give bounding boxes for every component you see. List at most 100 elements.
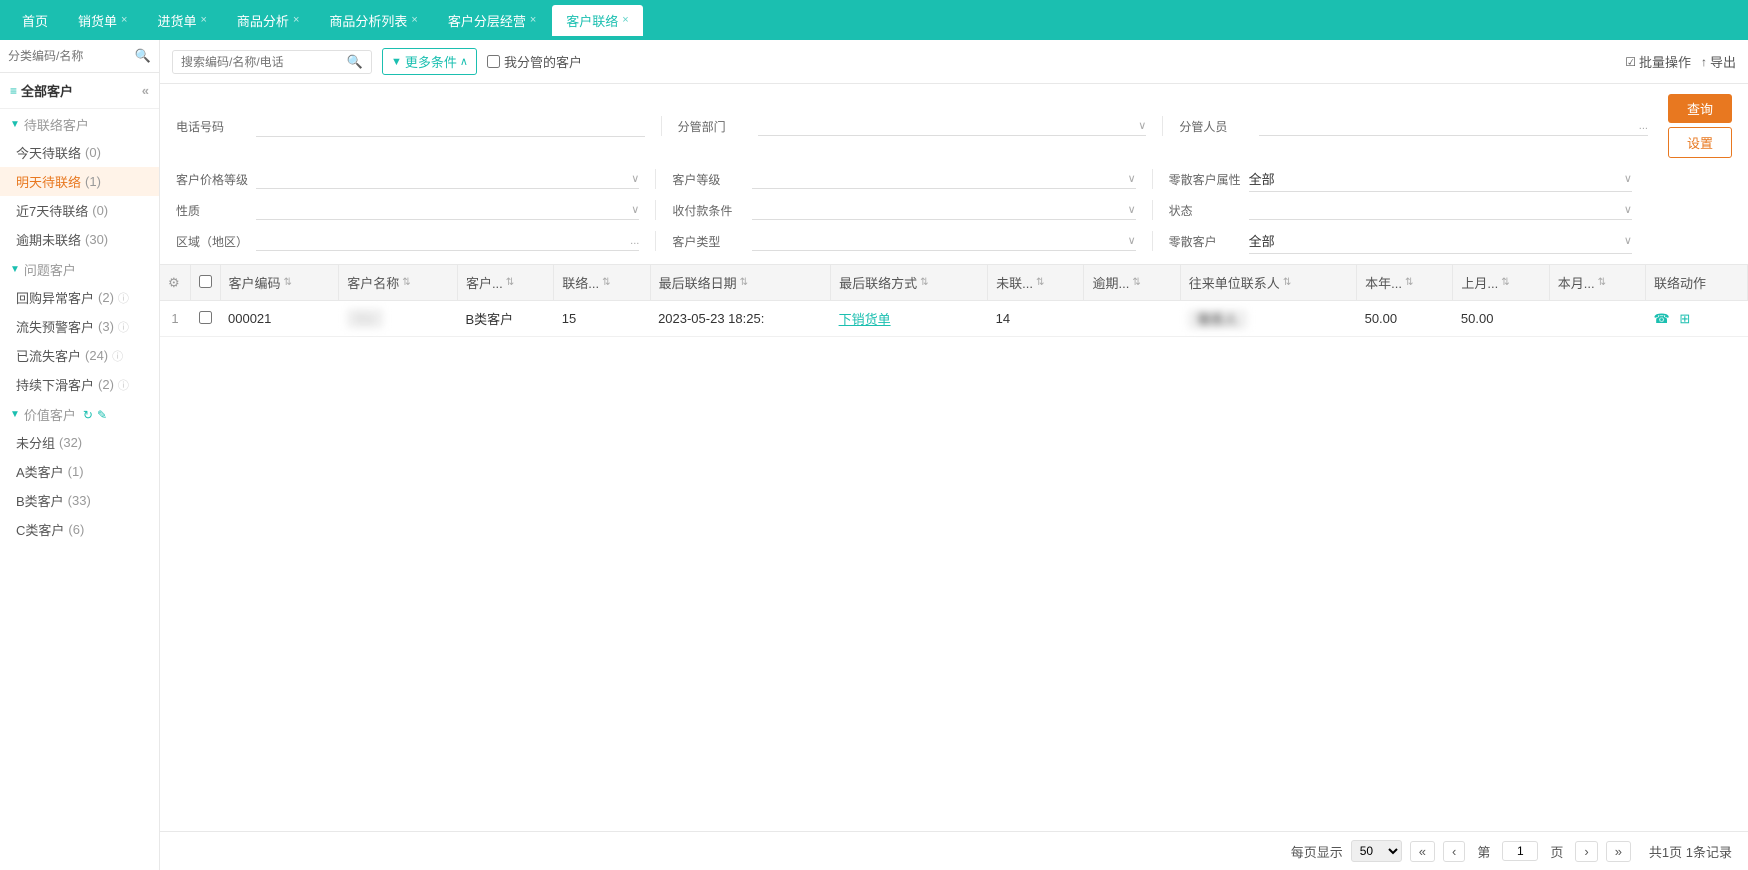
declining-info-icon: ⓘ bbox=[118, 377, 129, 393]
col-contact-person-sort[interactable]: ⇅ bbox=[1283, 277, 1291, 288]
filter-dept-select[interactable]: ∨ bbox=[758, 116, 1147, 136]
col-name-sort[interactable]: ⇅ bbox=[402, 277, 410, 288]
nav-product-list[interactable]: 商品分析列表 × bbox=[315, 5, 431, 36]
sidebar-item-overdue[interactable]: 逾期未联络 (30) bbox=[0, 225, 159, 254]
nav-product-analysis-close[interactable]: × bbox=[293, 14, 299, 26]
col-type-sort[interactable]: ⇅ bbox=[506, 277, 514, 288]
filter-phone-input[interactable] bbox=[256, 116, 645, 137]
filter-region-select[interactable]: ... bbox=[256, 232, 639, 251]
sidebar-item-a-class[interactable]: A类客户 (1) bbox=[0, 457, 159, 486]
page-number-input[interactable] bbox=[1502, 841, 1538, 861]
filter-customer-level-label: 客户等级 bbox=[672, 171, 752, 188]
filter-cell-payment: 收付款条件 ∨ bbox=[672, 200, 1135, 220]
settings-button[interactable]: 设置 bbox=[1668, 127, 1732, 158]
filter-customer-level-select[interactable]: ∨ bbox=[752, 169, 1135, 189]
col-this-month-sort[interactable]: ⇅ bbox=[1598, 277, 1606, 288]
row-phone-action-icon[interactable]: ☎ bbox=[1654, 311, 1670, 326]
sidebar-collapse-icon[interactable]: « bbox=[142, 83, 149, 98]
filter-scatter-customer-select[interactable]: 全部 ∨ bbox=[1249, 228, 1632, 254]
prev-page-btn[interactable]: ‹ bbox=[1443, 841, 1465, 862]
sidebar-item-7days[interactable]: 近7天待联络 (0) bbox=[0, 196, 159, 225]
nav-sales-close[interactable]: × bbox=[121, 14, 127, 26]
nav-purchase-close[interactable]: × bbox=[200, 14, 206, 26]
sidebar-item-tomorrow[interactable]: 明天待联络 (1) bbox=[0, 167, 159, 196]
nav-product-analysis[interactable]: 商品分析 × bbox=[223, 5, 313, 36]
col-no-contact-sort[interactable]: ⇅ bbox=[1036, 277, 1044, 288]
today-count: (0) bbox=[85, 145, 101, 160]
sidebar: 🔍 ≡ 全部客户 « ▼ 待联络客户 今天待联络 (0) 明天待联络 (1) 近… bbox=[0, 40, 160, 870]
page-size-select[interactable]: 50 20 100 bbox=[1351, 840, 1402, 862]
filter-customer-level-chevron: ∨ bbox=[1128, 172, 1136, 185]
sidebar-search-input[interactable] bbox=[8, 49, 135, 63]
filter-manager-ellipsis: ... bbox=[1639, 120, 1648, 132]
sidebar-all-customers[interactable]: ≡ 全部客户 « bbox=[0, 73, 159, 109]
filter-price-level-select[interactable]: ∨ bbox=[256, 169, 639, 189]
value-edit-icon[interactable]: ✎ bbox=[97, 408, 107, 422]
nav-sales[interactable]: 销货单 × bbox=[64, 5, 141, 36]
last-page-btn[interactable]: » bbox=[1606, 841, 1631, 862]
row-last-contact-date-cell: 2023-05-23 18:25: bbox=[650, 301, 831, 337]
first-page-btn[interactable]: « bbox=[1410, 841, 1435, 862]
table-gear-icon[interactable]: ⚙ bbox=[168, 275, 180, 290]
nav-purchase[interactable]: 进货单 × bbox=[143, 5, 220, 36]
col-code-sort[interactable]: ⇅ bbox=[284, 277, 292, 288]
value-refresh-icon[interactable]: ↻ bbox=[83, 408, 93, 422]
sidebar-search-icon[interactable]: 🔍 bbox=[135, 48, 151, 64]
filter-payment-select[interactable]: ∨ bbox=[752, 200, 1135, 220]
nav-home-label: 首页 bbox=[22, 11, 48, 30]
sidebar-item-declining[interactable]: 持续下滑客户 (2) ⓘ bbox=[0, 370, 159, 399]
col-overdue: 逾期... ⇅ bbox=[1084, 265, 1180, 301]
next-page-btn[interactable]: › bbox=[1575, 841, 1597, 862]
col-last-month-sort[interactable]: ⇅ bbox=[1501, 277, 1509, 288]
sidebar-item-ungrouped[interactable]: 未分组 (32) bbox=[0, 428, 159, 457]
row-last-contact-method[interactable]: 下销货单 bbox=[839, 312, 891, 327]
batch-operation-btn[interactable]: ☑ 批量操作 bbox=[1625, 52, 1691, 71]
nav-home[interactable]: 首页 bbox=[8, 5, 62, 36]
sidebar-item-c-class[interactable]: C类客户 (6) bbox=[0, 515, 159, 544]
filter-customer-type-select[interactable]: ∨ bbox=[752, 231, 1135, 251]
nav-customer-layer-close[interactable]: × bbox=[530, 14, 536, 26]
sidebar-item-churned[interactable]: 已流失客户 (24) ⓘ bbox=[0, 341, 159, 370]
export-btn[interactable]: ↑ 导出 bbox=[1701, 52, 1736, 71]
filter-nature-select[interactable]: ∨ bbox=[256, 200, 639, 220]
sidebar-item-churn-warning[interactable]: 流失预警客户 (3) ⓘ bbox=[0, 312, 159, 341]
row-checkbox[interactable] bbox=[199, 311, 212, 324]
nav-customer-contact[interactable]: 客户联络 × bbox=[552, 5, 642, 36]
nav-customer-contact-close[interactable]: × bbox=[622, 14, 628, 26]
search-input[interactable] bbox=[181, 55, 341, 69]
col-contact-count-sort[interactable]: ⇅ bbox=[602, 277, 610, 288]
filter-scatter-attr-select[interactable]: 全部 ∨ bbox=[1249, 166, 1632, 192]
col-last-contact-method-label: 最后联络方式 bbox=[839, 273, 917, 292]
select-all-checkbox[interactable] bbox=[199, 275, 212, 288]
col-this-year-sort[interactable]: ⇅ bbox=[1405, 277, 1413, 288]
churned-label: 已流失客户 bbox=[16, 346, 81, 365]
b-class-label: B类客户 bbox=[16, 491, 64, 510]
col-type-label: 客户... bbox=[466, 273, 503, 292]
col-last-contact-method-sort[interactable]: ⇅ bbox=[920, 277, 928, 288]
row-last-month-cell: 50.00 bbox=[1453, 301, 1549, 337]
filter-status-chevron: ∨ bbox=[1624, 203, 1632, 216]
col-overdue-sort[interactable]: ⇅ bbox=[1132, 277, 1140, 288]
row-name-cell: Ea bbox=[339, 301, 458, 337]
row-grid-action-icon[interactable]: ⊞ bbox=[1679, 311, 1690, 326]
sidebar-section-value: ▼ 价值客户 ↻ ✎ bbox=[0, 399, 159, 428]
filter-status-select[interactable]: ∨ bbox=[1249, 200, 1632, 220]
filter-scatter-customer-value: 全部 bbox=[1249, 231, 1275, 250]
top-navigation: 首页 销货单 × 进货单 × 商品分析 × 商品分析列表 × 客户分层经营 × … bbox=[0, 0, 1748, 40]
search-submit-icon[interactable]: 🔍 bbox=[347, 54, 363, 70]
sidebar-item-abnormal[interactable]: 回购异常客户 (2) ⓘ bbox=[0, 283, 159, 312]
sidebar-item-today[interactable]: 今天待联络 (0) bbox=[0, 138, 159, 167]
more-conditions-btn[interactable]: ▼ 更多条件 ∧ bbox=[382, 48, 477, 75]
nav-product-list-close[interactable]: × bbox=[411, 14, 417, 26]
nav-product-analysis-label: 商品分析 bbox=[237, 11, 289, 30]
nav-customer-layer[interactable]: 客户分层经营 × bbox=[434, 5, 550, 36]
filter-manager-label: 分管人员 bbox=[1179, 118, 1259, 135]
query-button[interactable]: 查询 bbox=[1668, 94, 1732, 123]
row-name[interactable]: Ea bbox=[347, 309, 383, 328]
col-last-contact-date-sort[interactable]: ⇅ bbox=[740, 277, 748, 288]
my-customers-check[interactable] bbox=[487, 55, 500, 68]
sidebar-item-b-class[interactable]: B类客户 (33) bbox=[0, 486, 159, 515]
page-of-label: 页 bbox=[1550, 842, 1563, 861]
filter-manager-select[interactable]: ... bbox=[1259, 117, 1648, 136]
col-code: 客户编码 ⇅ bbox=[220, 265, 339, 301]
